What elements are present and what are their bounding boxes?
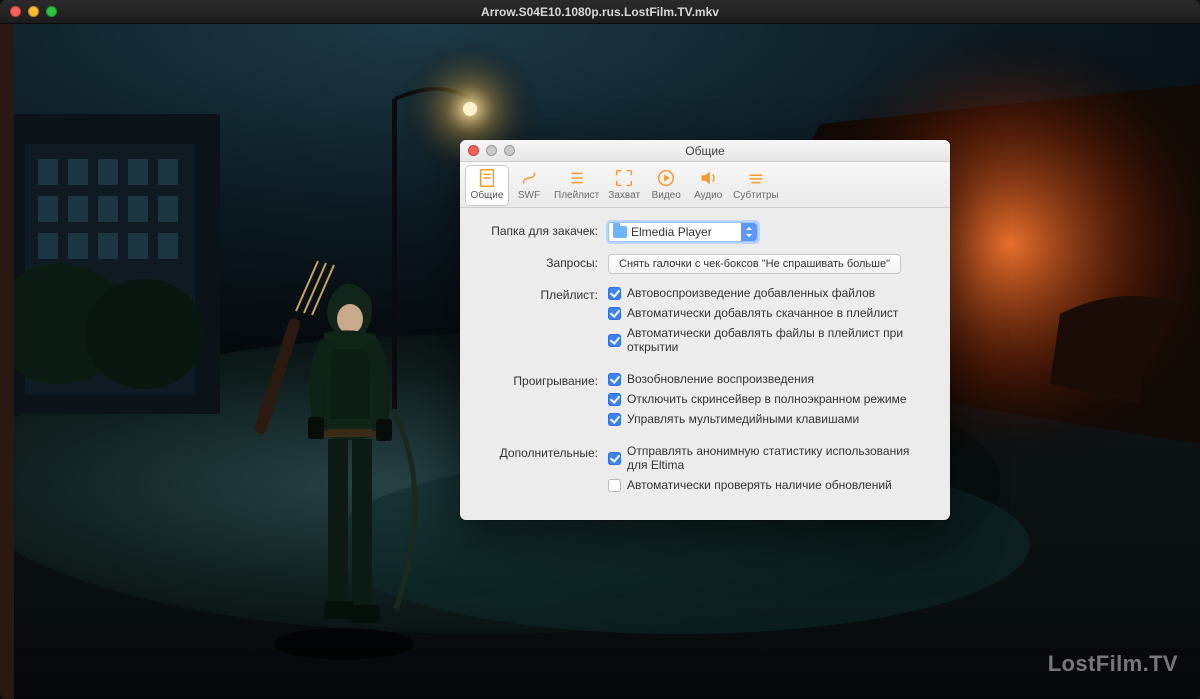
tab-label: Захват: [608, 190, 640, 201]
capture-icon: [613, 168, 635, 188]
checkbox-icon: [608, 393, 621, 406]
player-title: Arrow.S04E10.1080p.rus.LostFilm.TV.mkv: [0, 5, 1200, 19]
reset-checkboxes-button[interactable]: Снять галочки с чек-боксов "Не спрашиват…: [608, 254, 901, 274]
close-button[interactable]: [10, 6, 21, 17]
swf-icon: [518, 168, 540, 188]
checkbox-resume[interactable]: Возобновление воспроизведения: [608, 372, 932, 386]
maximize-button[interactable]: [46, 6, 57, 17]
tab-capture[interactable]: Захват: [603, 166, 645, 205]
checkbox-autoplay-added[interactable]: Автовоспроизведение добавленных файлов: [608, 286, 932, 300]
checkbox-icon: [608, 334, 621, 347]
checkbox-anon-stats[interactable]: Отправлять анонимную статистику использо…: [608, 444, 932, 472]
checkbox-icon: [608, 307, 621, 320]
row-requests: Запросы: Снять галочки с чек-боксов "Не …: [478, 254, 932, 274]
general-icon: [476, 168, 498, 188]
playback-label: Проигрывание:: [478, 372, 608, 388]
minimize-button[interactable]: [28, 6, 39, 17]
tab-label: Видео: [652, 190, 681, 201]
playlist-icon: [566, 168, 588, 188]
audio-icon: [697, 168, 719, 188]
tab-video[interactable]: Видео: [645, 166, 687, 205]
tab-playlist[interactable]: Плейлист: [550, 166, 603, 205]
checkbox-label: Автоматически добавлять файлы в плейлист…: [627, 326, 932, 354]
downloads-folder-popup[interactable]: Elmedia Player: [608, 222, 758, 242]
playlist-label: Плейлист:: [478, 286, 608, 302]
prefs-toolbar: Общие SWF Плейлист Захват Видео Аудио: [460, 162, 950, 208]
checkbox-label: Автоматически добавлять скачанное в плей…: [627, 306, 898, 320]
checkbox-label: Управлять мультимедийными клавишами: [627, 412, 859, 426]
prefs-title: Общие: [460, 144, 950, 158]
tab-label: Общие: [471, 190, 504, 201]
tab-label: Аудио: [694, 190, 722, 201]
checkbox-disable-screensaver[interactable]: Отключить скринсейвер в полноэкранном ре…: [608, 392, 932, 406]
tab-label: Плейлист: [554, 190, 599, 201]
row-additional: Дополнительные: Отправлять анонимную ста…: [478, 444, 932, 498]
video-icon: [655, 168, 677, 188]
checkbox-icon: [608, 413, 621, 426]
row-playback: Проигрывание: Возобновление воспроизведе…: [478, 372, 932, 432]
checkbox-label: Возобновление воспроизведения: [627, 372, 814, 386]
tab-audio[interactable]: Аудио: [687, 166, 729, 205]
tab-general[interactable]: Общие: [466, 166, 508, 205]
checkbox-label: Отключить скринсейвер в полноэкранном ре…: [627, 392, 907, 406]
row-playlist: Плейлист: Автовоспроизведение добавленны…: [478, 286, 932, 360]
prefs-titlebar[interactable]: Общие: [460, 140, 950, 162]
downloads-label: Папка для закачек:: [478, 222, 608, 238]
checkbox-add-downloaded[interactable]: Автоматически добавлять скачанное в плей…: [608, 306, 932, 320]
checkbox-label: Автовоспроизведение добавленных файлов: [627, 286, 875, 300]
checkbox-icon: [608, 479, 621, 492]
checkbox-media-keys[interactable]: Управлять мультимедийными клавишами: [608, 412, 932, 426]
tab-swf[interactable]: SWF: [508, 166, 550, 205]
player-traffic-lights: [10, 6, 57, 17]
requests-label: Запросы:: [478, 254, 608, 270]
additional-label: Дополнительные:: [478, 444, 608, 460]
folder-icon: [613, 226, 627, 238]
row-downloads: Папка для закачек: Elmedia Player: [478, 222, 932, 242]
checkbox-add-on-open[interactable]: Автоматически добавлять файлы в плейлист…: [608, 326, 932, 354]
checkbox-label: Автоматически проверять наличие обновлен…: [627, 478, 892, 492]
tab-label: Субтитры: [733, 190, 779, 201]
downloads-folder-value: Elmedia Player: [631, 225, 712, 239]
checkbox-icon: [608, 287, 621, 300]
chevron-updown-icon: [741, 223, 757, 241]
checkbox-label: Отправлять анонимную статистику использо…: [627, 444, 932, 472]
prefs-body: Папка для закачек: Elmedia Player Запрос…: [460, 208, 950, 520]
preferences-window: Общие Общие SWF Плейлист Захват Видео: [460, 140, 950, 520]
checkbox-icon: [608, 452, 621, 465]
tab-label: SWF: [518, 190, 540, 201]
player-titlebar[interactable]: Arrow.S04E10.1080p.rus.LostFilm.TV.mkv: [0, 0, 1200, 24]
subtitles-icon: [745, 168, 767, 188]
checkbox-icon: [608, 373, 621, 386]
tab-subtitles[interactable]: Субтитры: [729, 166, 783, 205]
player-window: Arrow.S04E10.1080p.rus.LostFilm.TV.mkv: [0, 0, 1200, 699]
checkbox-auto-update[interactable]: Автоматически проверять наличие обновлен…: [608, 478, 932, 492]
